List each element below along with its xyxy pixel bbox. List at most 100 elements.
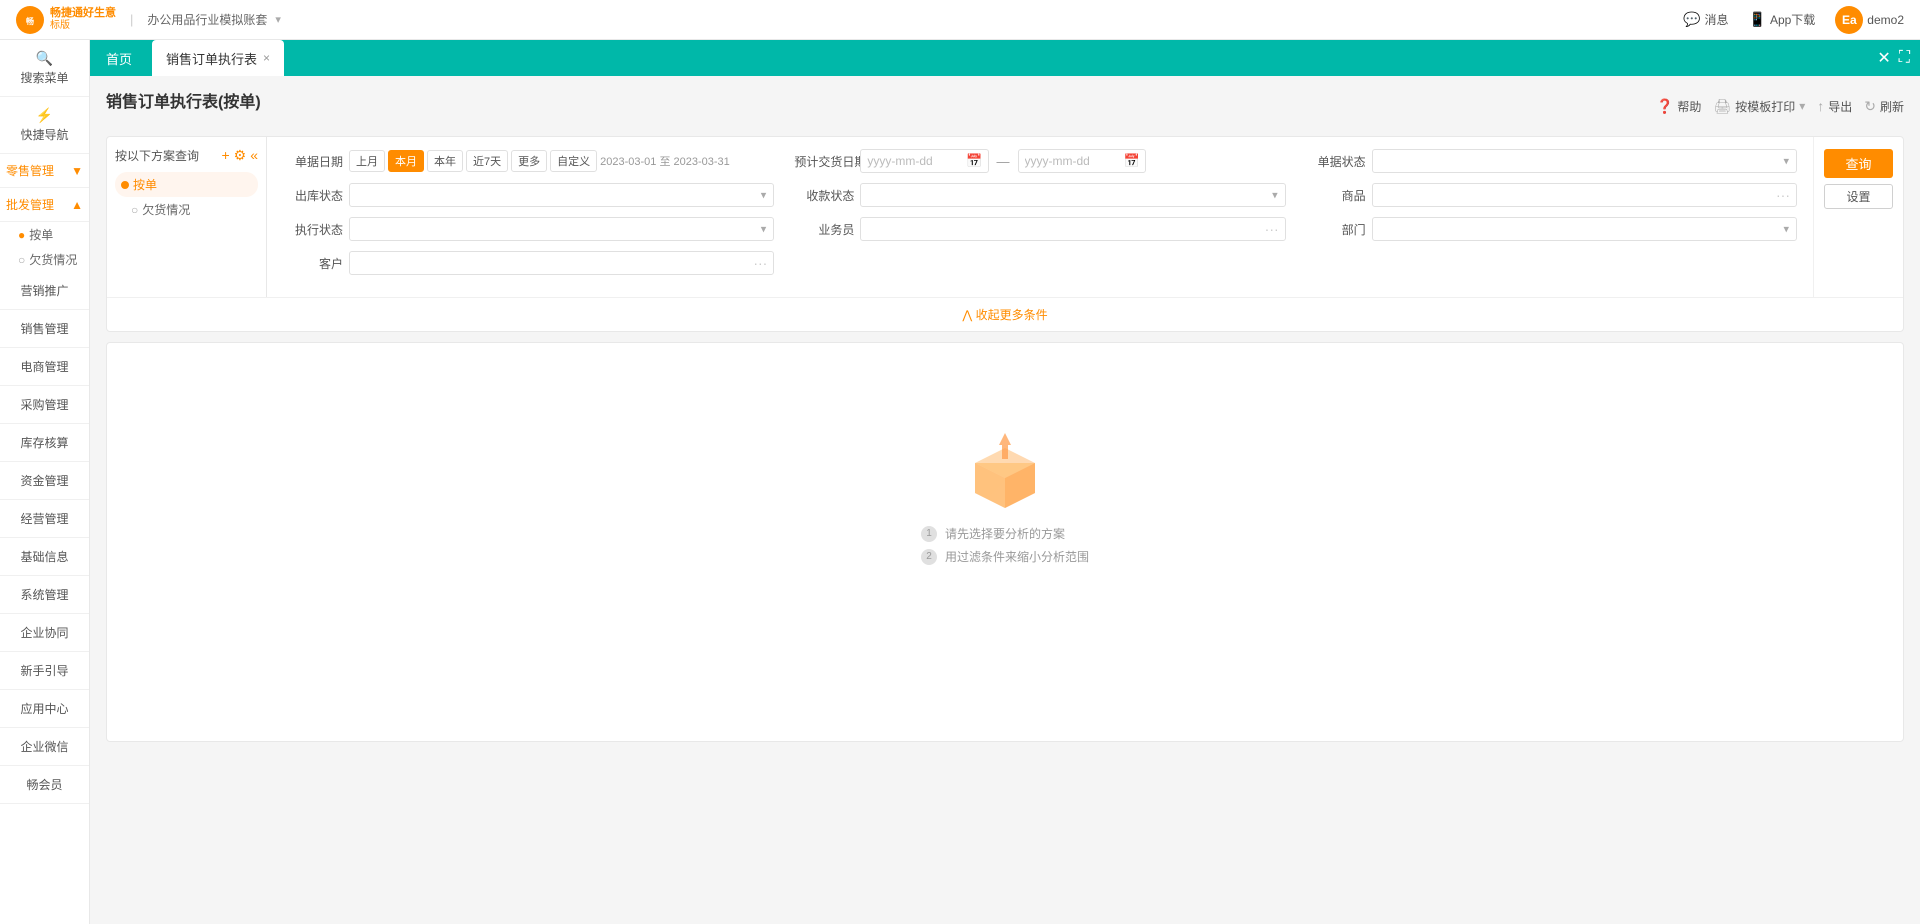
- forecast-date-start-input[interactable]: [861, 150, 961, 172]
- status-label: 单据状态: [1306, 153, 1366, 170]
- sidebar-operations[interactable]: 经营管理: [0, 500, 89, 538]
- sidebar-quick-nav[interactable]: ⚡ 快捷导航: [0, 97, 89, 154]
- filter-cell-customer: 客户 ···: [283, 251, 774, 275]
- sidebar-enterprise-wechat[interactable]: 企业微信: [0, 728, 89, 766]
- scheme-collapse-btn[interactable]: «: [250, 147, 258, 164]
- customer-more-icon[interactable]: ···: [747, 255, 773, 271]
- salesman-input[interactable]: [861, 218, 1258, 240]
- print-btn[interactable]: 🖨 按模板打印 ▾: [1713, 98, 1805, 115]
- forecast-date-label: 预计交货日期: [794, 153, 854, 170]
- sidebar-inventory[interactable]: 库存核算: [0, 424, 89, 462]
- date-btn-last-month[interactable]: 上月: [349, 150, 385, 172]
- filter-cell-collect-status: 收款状态 全部: [794, 183, 1285, 207]
- breadcrumb-dropdown-icon[interactable]: ▾: [275, 13, 281, 26]
- collapse-text: 收起更多条件: [976, 308, 1048, 322]
- tab-active[interactable]: 销售订单执行表 ×: [152, 40, 284, 76]
- tab-maximize-btn[interactable]: ⛶: [1899, 49, 1910, 67]
- sidebar-sales-management[interactable]: 销售管理: [0, 310, 89, 348]
- dept-select[interactable]: [1372, 217, 1797, 241]
- tab-close-window-btn[interactable]: ✕: [1877, 48, 1890, 68]
- page-header-actions: ❓ 帮助 🖨 按模板打印 ▾ ↑ 导出 ↻ 刷新: [1656, 98, 1904, 115]
- sidebar-app-center-label: 应用中心: [20, 700, 68, 717]
- empty-tip-2: 2 用过滤条件来缩小分析范围: [921, 548, 1089, 565]
- tab-active-label: 销售订单执行表: [166, 49, 257, 68]
- collapse-bar[interactable]: ⋀ 收起更多条件: [107, 297, 1903, 331]
- refresh-label: 刷新: [1880, 98, 1904, 115]
- scheme-sub-item-欠货情况[interactable]: ○ 欠货情况: [115, 197, 258, 222]
- nav-icon: ⚡: [36, 107, 53, 124]
- goods-input[interactable]: [1373, 184, 1770, 206]
- filter-section: 单据日期 上月 本月 本年 近7天 更多 自定义 2023-03-01 至 20…: [267, 137, 1903, 297]
- tab-bar-actions: ✕ ⛶: [1877, 48, 1920, 68]
- scheme-item-按单[interactable]: 按单: [115, 172, 258, 197]
- app-download-btn[interactable]: 📱 App下载: [1749, 11, 1816, 28]
- forecast-date-end-input[interactable]: [1019, 150, 1119, 172]
- help-btn[interactable]: ❓ 帮助: [1656, 98, 1701, 115]
- out-status-select[interactable]: 全部: [349, 183, 774, 207]
- sidebar-finance[interactable]: 资金管理: [0, 462, 89, 500]
- scheme-add-btn[interactable]: +: [221, 147, 229, 164]
- sidebar-marketing[interactable]: 营销推广: [0, 272, 89, 310]
- calendar-icon-start[interactable]: 📅: [961, 153, 987, 169]
- filter-row-2: 出库状态 全部 收款状态: [283, 183, 1797, 207]
- goods-input-wrap: ···: [1372, 183, 1797, 207]
- sidebar-wholesale-management[interactable]: 批发管理 ▲: [0, 188, 89, 222]
- logo-area: 畅 畅捷通好生意 标版: [16, 6, 116, 34]
- sidebar-marketing-label: 营销推广: [20, 282, 68, 299]
- logo-text-line2: 标版: [50, 20, 116, 32]
- date-btn-this-year[interactable]: 本年: [427, 150, 463, 172]
- salesman-label: 业务员: [794, 221, 854, 238]
- logo-icon: 畅: [16, 6, 44, 34]
- search-menu-label: 搜索菜单: [20, 69, 68, 86]
- sidebar-purchase[interactable]: 采购管理: [0, 386, 89, 424]
- sidebar-enterprise[interactable]: 企业协同: [0, 614, 89, 652]
- customer-label: 客户: [283, 255, 343, 272]
- date-btn-custom[interactable]: 自定义: [550, 150, 597, 172]
- results-panel: 1 请先选择要分析的方案 2 用过滤条件来缩小分析范围: [106, 342, 1904, 742]
- sidebar-system-label: 系统管理: [20, 586, 68, 603]
- sidebar-member[interactable]: 畅会员: [0, 766, 89, 804]
- goods-more-icon[interactable]: ···: [1770, 187, 1796, 203]
- collapse-up-icon: ⋀: [962, 308, 972, 322]
- message-btn[interactable]: 💬 消息: [1683, 11, 1728, 28]
- sidebar-item-按单[interactable]: ● 按单: [0, 222, 89, 247]
- scheme-panel: 按以下方案查询 + ⚙ « 按单 ○: [107, 137, 267, 297]
- tab-close-btn[interactable]: ×: [263, 51, 270, 65]
- status-select[interactable]: 全部 待审核 已审核 已关闭: [1372, 149, 1797, 173]
- refresh-btn[interactable]: ↻ 刷新: [1864, 98, 1904, 115]
- tab-home[interactable]: 首页: [90, 40, 148, 76]
- user-profile[interactable]: Ea demo2: [1835, 6, 1904, 34]
- scheme-settings-btn[interactable]: ⚙: [234, 147, 247, 164]
- customer-input[interactable]: [350, 252, 747, 274]
- export-btn[interactable]: ↑ 导出: [1817, 98, 1852, 115]
- exec-status-select[interactable]: 全部: [349, 217, 774, 241]
- date-btn-7days[interactable]: 近7天: [466, 150, 508, 172]
- sidebar-enterprise-label: 企业协同: [20, 624, 68, 641]
- sidebar-ecommerce[interactable]: 电商管理: [0, 348, 89, 386]
- page-header: 销售订单执行表(按单) ❓ 帮助 🖨 按模板打印 ▾ ↑ 导出: [106, 88, 1904, 124]
- logo-text-line1: 畅捷通好生意: [50, 7, 116, 20]
- search-btn[interactable]: 查询: [1824, 149, 1893, 178]
- sidebar-retail-management[interactable]: 零售管理 ▼: [0, 154, 89, 188]
- filter-row-1: 单据日期 上月 本月 本年 近7天 更多 自定义 2023-03-01 至 20…: [283, 149, 1797, 173]
- filters-grid: 单据日期 上月 本月 本年 近7天 更多 自定义 2023-03-01 至 20…: [267, 137, 1813, 297]
- search-panel: 按以下方案查询 + ⚙ « 按单 ○: [106, 136, 1904, 332]
- date-btn-this-month[interactable]: 本月: [388, 150, 424, 172]
- sidebar-search-menu[interactable]: 🔍 搜索菜单: [0, 40, 89, 97]
- date-btn-more[interactable]: 更多: [511, 150, 547, 172]
- sidebar-sales-label: 销售管理: [20, 320, 68, 337]
- sidebar-newbie[interactable]: 新手引导: [0, 652, 89, 690]
- sidebar-basic-info[interactable]: 基础信息: [0, 538, 89, 576]
- forecast-date-range: 📅 — 📅: [860, 149, 1285, 173]
- calendar-icon-end[interactable]: 📅: [1119, 153, 1145, 169]
- settings-filter-btn[interactable]: 设置: [1824, 184, 1893, 209]
- empty-tip-1-text: 请先选择要分析的方案: [945, 525, 1065, 542]
- dot-icon-inactive: ○: [18, 253, 25, 267]
- salesman-more-icon[interactable]: ···: [1259, 221, 1285, 237]
- sidebar-item-欠货情况[interactable]: ○ 欠货情况: [0, 247, 89, 272]
- collect-status-select[interactable]: 全部: [860, 183, 1285, 207]
- empty-tip-2-text: 用过滤条件来缩小分析范围: [945, 548, 1089, 565]
- sidebar-system[interactable]: 系统管理: [0, 576, 89, 614]
- goods-label: 商品: [1306, 187, 1366, 204]
- sidebar-app-center[interactable]: 应用中心: [0, 690, 89, 728]
